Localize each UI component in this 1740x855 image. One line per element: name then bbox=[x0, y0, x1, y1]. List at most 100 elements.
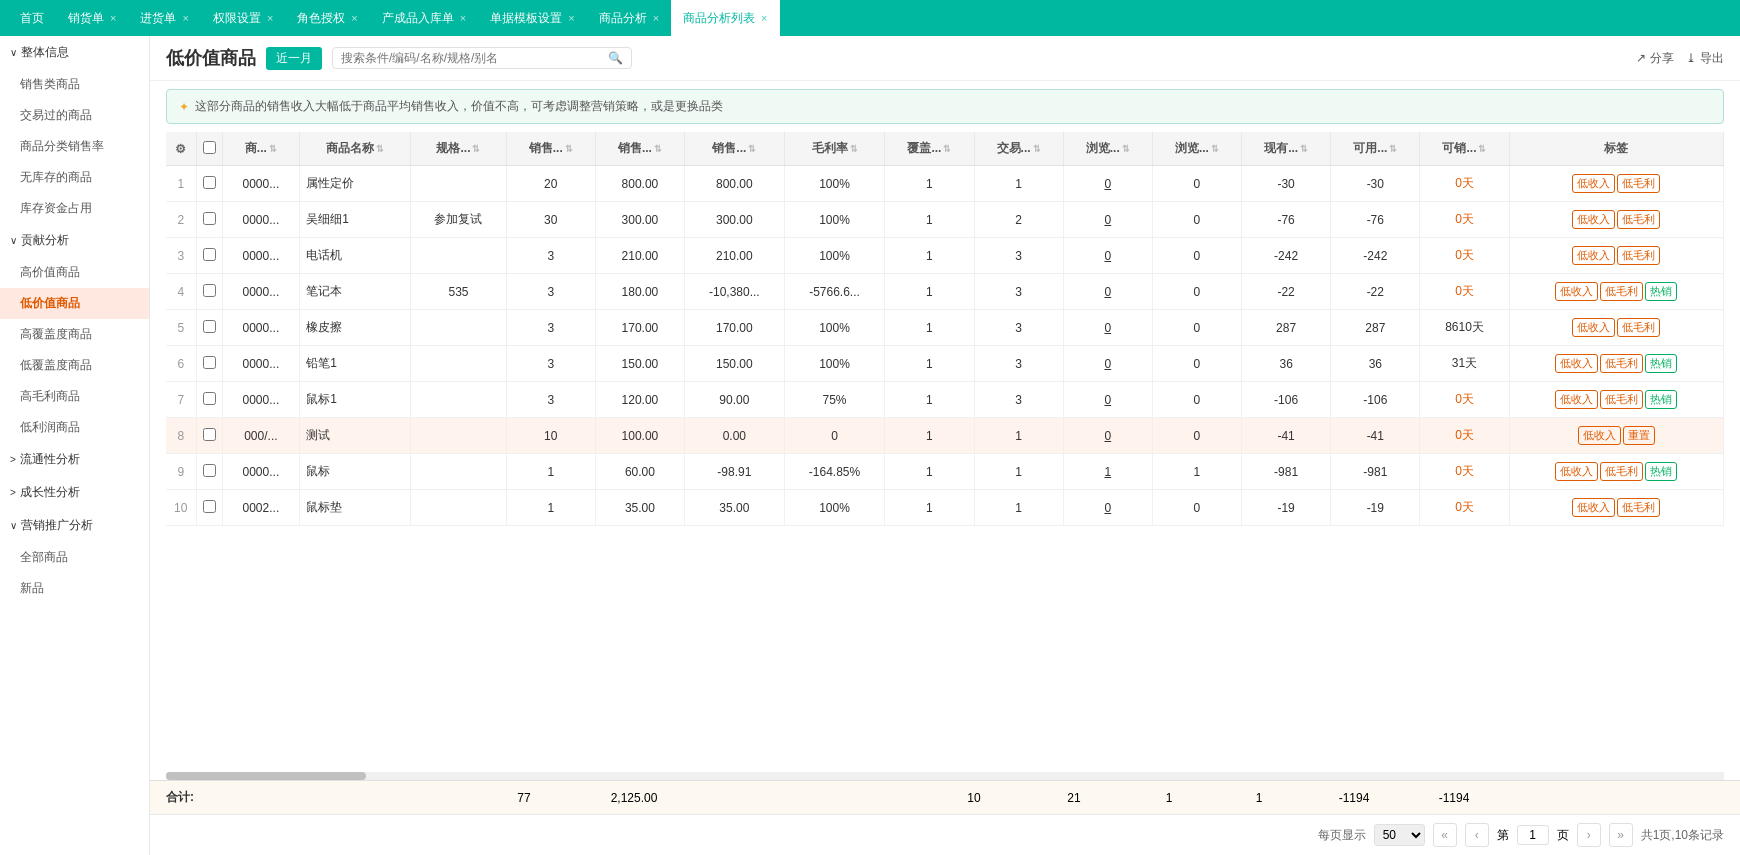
sidebar-item-no-stock[interactable]: 无库存的商品 bbox=[0, 162, 149, 193]
row-checkbox[interactable] bbox=[203, 212, 216, 225]
sidebar-group-finance[interactable]: ∨ 贡献分析 bbox=[0, 224, 149, 257]
col-available[interactable]: 可用...⇅ bbox=[1331, 132, 1420, 166]
col-spec[interactable]: 规格...⇅ bbox=[411, 132, 506, 166]
nav-home[interactable]: 首页 bbox=[8, 0, 56, 36]
nav-products-in-close[interactable]: × bbox=[460, 12, 466, 24]
row-checkbox[interactable] bbox=[203, 248, 216, 261]
col-transactions[interactable]: 交易...⇅ bbox=[974, 132, 1063, 166]
col-views1[interactable]: 浏览...⇅ bbox=[1063, 132, 1152, 166]
search-input[interactable] bbox=[341, 51, 608, 65]
sidebar-group-marketing[interactable]: ∨ 营销推广分析 bbox=[0, 509, 149, 542]
row-checkbox[interactable] bbox=[203, 284, 216, 297]
row-checkbox[interactable] bbox=[203, 464, 216, 477]
sidebar-item-stock-funds[interactable]: 库存资金占用 bbox=[0, 193, 149, 224]
sidebar-group-overall[interactable]: ∨ 整体信息 bbox=[0, 36, 149, 69]
first-page-button[interactable]: « bbox=[1433, 823, 1457, 847]
views1-link[interactable]: 0 bbox=[1104, 357, 1111, 371]
period-button[interactable]: 近一月 bbox=[266, 47, 322, 70]
sort-icon-7[interactable]: ⇅ bbox=[850, 144, 858, 154]
col-name[interactable]: 商品名称⇅ bbox=[300, 132, 411, 166]
page-size-select[interactable]: 50 100 bbox=[1374, 824, 1425, 846]
col-sellable[interactable]: 可销...⇅ bbox=[1420, 132, 1509, 166]
sort-icon-3[interactable]: ⇅ bbox=[472, 144, 480, 154]
sort-icon-14[interactable]: ⇅ bbox=[1478, 144, 1486, 154]
sidebar-item-low-value[interactable]: 低价值商品 bbox=[0, 288, 149, 319]
sidebar-item-new-products[interactable]: 新品 bbox=[0, 573, 149, 604]
nav-template[interactable]: 单据模板设置 × bbox=[478, 0, 586, 36]
col-coverage[interactable]: 覆盖...⇅ bbox=[885, 132, 974, 166]
nav-template-close[interactable]: × bbox=[568, 12, 574, 24]
row-checkbox[interactable] bbox=[203, 356, 216, 369]
next-page-button[interactable]: › bbox=[1577, 823, 1601, 847]
views1-link[interactable]: 0 bbox=[1104, 249, 1111, 263]
nav-analysis[interactable]: 商品分析 × bbox=[587, 0, 671, 36]
sidebar-item-low-profit[interactable]: 低利润商品 bbox=[0, 412, 149, 443]
export-button[interactable]: ⤓ 导出 bbox=[1686, 50, 1724, 67]
sort-icon-6[interactable]: ⇅ bbox=[748, 144, 756, 154]
row-checkbox[interactable] bbox=[203, 500, 216, 513]
row-checkbox[interactable] bbox=[203, 428, 216, 441]
row-checkbox[interactable] bbox=[203, 320, 216, 333]
sort-icon[interactable]: ⇅ bbox=[269, 144, 277, 154]
gear-icon[interactable]: ⚙ bbox=[175, 142, 186, 156]
nav-permissions-close[interactable]: × bbox=[267, 12, 273, 24]
sort-icon-12[interactable]: ⇅ bbox=[1300, 144, 1308, 154]
sidebar-group-growth[interactable]: > 成长性分析 bbox=[0, 476, 149, 509]
sidebar-item-all-products[interactable]: 全部商品 bbox=[0, 542, 149, 573]
select-all-checkbox[interactable] bbox=[203, 141, 216, 154]
nav-roles-close[interactable]: × bbox=[351, 12, 357, 24]
horizontal-scrollbar[interactable] bbox=[166, 772, 1724, 780]
nav-products-in[interactable]: 产成品入库单 × bbox=[370, 0, 478, 36]
col-views2[interactable]: 浏览...⇅ bbox=[1152, 132, 1241, 166]
sidebar-item-high-coverage[interactable]: 高覆盖度商品 bbox=[0, 319, 149, 350]
views1-link[interactable]: 0 bbox=[1104, 429, 1111, 443]
col-sales-amount[interactable]: 销售...⇅ bbox=[595, 132, 684, 166]
sidebar-item-category-sales[interactable]: 商品分类销售率 bbox=[0, 131, 149, 162]
sellable-cell: 0天 bbox=[1420, 274, 1509, 310]
sort-icon-5[interactable]: ⇅ bbox=[654, 144, 662, 154]
views1-link[interactable]: 0 bbox=[1104, 321, 1111, 335]
row-checkbox[interactable] bbox=[203, 392, 216, 405]
share-button[interactable]: ↗ 分享 bbox=[1636, 50, 1674, 67]
sort-icon-8[interactable]: ⇅ bbox=[943, 144, 951, 154]
sort-icon-13[interactable]: ⇅ bbox=[1389, 144, 1397, 154]
page-number-input[interactable] bbox=[1517, 825, 1549, 845]
sidebar-item-high-value[interactable]: 高价值商品 bbox=[0, 257, 149, 288]
col-sales-qty[interactable]: 销售...⇅ bbox=[506, 132, 595, 166]
nav-analysis-list[interactable]: 商品分析列表 × bbox=[671, 0, 779, 36]
nav-analysis-list-close[interactable]: × bbox=[761, 12, 767, 24]
nav-sales[interactable]: 销货单 × bbox=[56, 0, 128, 36]
sort-icon-10[interactable]: ⇅ bbox=[1122, 144, 1130, 154]
sidebar-item-sales-category[interactable]: 销售类商品 bbox=[0, 69, 149, 100]
sidebar-item-traded[interactable]: 交易过的商品 bbox=[0, 100, 149, 131]
search-icon[interactable]: 🔍 bbox=[608, 51, 623, 65]
views1-link[interactable]: 0 bbox=[1104, 213, 1111, 227]
sort-icon-2[interactable]: ⇅ bbox=[376, 144, 384, 154]
views1-link[interactable]: 0 bbox=[1104, 501, 1111, 515]
col-sales-profit[interactable]: 销售...⇅ bbox=[685, 132, 785, 166]
views1-link[interactable]: 0 bbox=[1104, 177, 1111, 191]
views1-link[interactable]: 0 bbox=[1104, 285, 1111, 299]
nav-permissions[interactable]: 权限设置 × bbox=[201, 0, 285, 36]
nav-roles[interactable]: 角色授权 × bbox=[285, 0, 369, 36]
sidebar-group-flow[interactable]: > 流通性分析 bbox=[0, 443, 149, 476]
row-checkbox[interactable] bbox=[203, 176, 216, 189]
sort-icon-4[interactable]: ⇅ bbox=[565, 144, 573, 154]
views1-link[interactable]: 1 bbox=[1104, 465, 1111, 479]
col-settings[interactable]: ⚙ bbox=[166, 132, 196, 166]
nav-purchase[interactable]: 进货单 × bbox=[128, 0, 200, 36]
col-gross-rate[interactable]: 毛利率⇅ bbox=[784, 132, 885, 166]
views1-link[interactable]: 0 bbox=[1104, 393, 1111, 407]
col-current-stock[interactable]: 现有...⇅ bbox=[1242, 132, 1331, 166]
last-page-button[interactable]: » bbox=[1609, 823, 1633, 847]
nav-purchase-close[interactable]: × bbox=[182, 12, 188, 24]
sort-icon-11[interactable]: ⇅ bbox=[1211, 144, 1219, 154]
col-code[interactable]: 商...⇅ bbox=[222, 132, 300, 166]
sidebar-item-low-coverage[interactable]: 低覆盖度商品 bbox=[0, 350, 149, 381]
sidebar-item-high-profit[interactable]: 高毛利商品 bbox=[0, 381, 149, 412]
prev-page-button[interactable]: ‹ bbox=[1465, 823, 1489, 847]
scrollbar-thumb[interactable] bbox=[166, 772, 366, 780]
nav-sales-close[interactable]: × bbox=[110, 12, 116, 24]
nav-analysis-close[interactable]: × bbox=[653, 12, 659, 24]
sort-icon-9[interactable]: ⇅ bbox=[1033, 144, 1041, 154]
